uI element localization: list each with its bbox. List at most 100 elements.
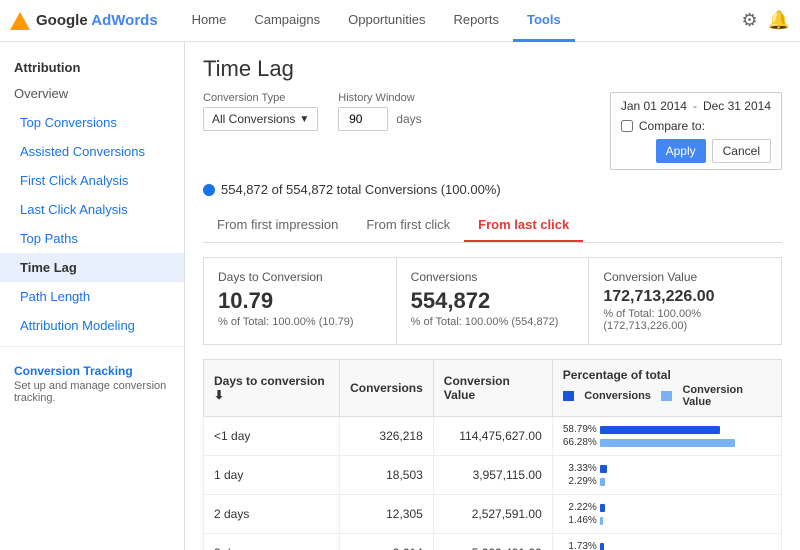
conversion-type-group: Conversion Type All Conversions ▼ bbox=[203, 92, 318, 131]
stat-val-label: Conversion Value bbox=[603, 270, 767, 284]
nav-tools[interactable]: Tools bbox=[513, 0, 575, 42]
cancel-button[interactable]: Cancel bbox=[712, 139, 771, 163]
summary-row: 554,872 of 554,872 total Conversions (10… bbox=[203, 182, 782, 197]
page-title: Time Lag bbox=[203, 56, 782, 82]
conversion-tracking-desc: Set up and manage conversion tracking. bbox=[14, 380, 170, 404]
nav-home[interactable]: Home bbox=[178, 0, 241, 42]
nav-links: Home Campaigns Opportunities Reports Too… bbox=[178, 0, 575, 42]
sidebar-item-attribution-modeling[interactable]: Attribution Modeling bbox=[0, 311, 184, 340]
th-days[interactable]: Days to conversion ⬇ bbox=[204, 360, 340, 417]
cell-pct: 58.79% 66.28% bbox=[552, 417, 781, 456]
sidebar-item-top-conversions[interactable]: Top Conversions bbox=[0, 108, 184, 137]
tab-from-first-click[interactable]: From first click bbox=[352, 209, 464, 242]
logo-icon bbox=[10, 12, 30, 30]
cell-day: 1 day bbox=[204, 456, 340, 495]
cell-day: 2 days bbox=[204, 495, 340, 534]
sidebar-item-time-lag[interactable]: Time Lag bbox=[0, 253, 184, 282]
cell-value: 5,200,401.00 bbox=[433, 534, 552, 550]
cell-pct: 2.22% 1.46% bbox=[552, 495, 781, 534]
conversion-type-label: Conversion Type bbox=[203, 92, 318, 104]
top-nav: Google AdWords Home Campaigns Opportunit… bbox=[0, 0, 800, 42]
controls-left: Conversion Type All Conversions ▼ Histor… bbox=[203, 92, 422, 131]
sidebar-item-last-click-analysis[interactable]: Last Click Analysis bbox=[0, 195, 184, 224]
apply-button[interactable]: Apply bbox=[656, 139, 706, 163]
tabs: From first impression From first click F… bbox=[203, 209, 782, 243]
cell-day: <1 day bbox=[204, 417, 340, 456]
history-window-input[interactable] bbox=[338, 107, 388, 131]
table-row: <1 day 326,218 114,475,627.00 58.79% 66.… bbox=[204, 417, 782, 456]
stat-card-value: Conversion Value 172,713,226.00 % of Tot… bbox=[588, 257, 782, 345]
date-buttons: Apply Cancel bbox=[621, 139, 771, 163]
compare-label: Compare to: bbox=[639, 119, 705, 133]
stat-val-pct: % of Total: 100.00% (172,713,226.00) bbox=[603, 308, 767, 332]
nav-opportunities[interactable]: Opportunities bbox=[334, 0, 439, 42]
conversion-type-select[interactable]: All Conversions ▼ bbox=[203, 107, 318, 131]
sidebar-item-assisted-conversions[interactable]: Assisted Conversions bbox=[0, 137, 184, 166]
main-content: Time Lag Conversion Type All Conversions… bbox=[185, 42, 800, 550]
summary-text: 554,872 of 554,872 total Conversions (10… bbox=[221, 182, 501, 197]
date-separator: - bbox=[693, 99, 697, 113]
stat-card-days: Days to Conversion 10.79 % of Total: 100… bbox=[203, 257, 396, 345]
cell-value: 2,527,591.00 bbox=[433, 495, 552, 534]
days-label: days bbox=[396, 112, 421, 126]
logo: Google AdWords bbox=[10, 12, 158, 30]
date-range-box: Jan 01 2014 - Dec 31 2014 Compare to: Ap… bbox=[610, 92, 782, 170]
history-row: days bbox=[338, 107, 421, 131]
bell-icon[interactable]: 🔔 bbox=[768, 10, 790, 31]
cell-pct: 3.33% 2.29% bbox=[552, 456, 781, 495]
legend-conv-label: Conversions bbox=[584, 390, 651, 402]
conversion-tracking-link[interactable]: Conversion Tracking bbox=[14, 364, 133, 378]
history-window-group: History Window days bbox=[338, 92, 421, 131]
cell-value: 114,475,627.00 bbox=[433, 417, 552, 456]
data-table: Days to conversion ⬇ Conversions Convers… bbox=[203, 359, 782, 550]
nav-right: ⚙ 🔔 bbox=[741, 10, 790, 31]
nav-campaigns[interactable]: Campaigns bbox=[240, 0, 334, 42]
stat-days-label: Days to Conversion bbox=[218, 270, 382, 284]
stat-card-conversions: Conversions 554,872 % of Total: 100.00% … bbox=[396, 257, 589, 345]
tab-from-last-click[interactable]: From last click bbox=[464, 209, 583, 242]
history-window-label: History Window bbox=[338, 92, 421, 104]
date-start[interactable]: Jan 01 2014 bbox=[621, 99, 687, 113]
sidebar: Attribution Overview Top Conversions Ass… bbox=[0, 42, 185, 550]
tab-from-first-impression[interactable]: From first impression bbox=[203, 209, 352, 242]
compare-checkbox[interactable] bbox=[621, 120, 633, 132]
chevron-down-icon: ▼ bbox=[299, 114, 309, 125]
cell-day: 3 days bbox=[204, 534, 340, 550]
gear-icon[interactable]: ⚙ bbox=[741, 10, 757, 31]
sidebar-item-top-paths[interactable]: Top Paths bbox=[0, 224, 184, 253]
stat-conv-value: 554,872 bbox=[411, 288, 575, 314]
th-conversions[interactable]: Conversions bbox=[340, 360, 434, 417]
sidebar-item-first-click-analysis[interactable]: First Click Analysis bbox=[0, 166, 184, 195]
legend-conv-icon bbox=[563, 391, 575, 401]
date-range-inner: Jan 01 2014 - Dec 31 2014 bbox=[621, 99, 771, 113]
sidebar-section-title: Attribution bbox=[0, 52, 184, 79]
stat-days-value: 10.79 bbox=[218, 288, 382, 314]
th-conv-value[interactable]: Conversion Value bbox=[433, 360, 552, 417]
stat-conv-label: Conversions bbox=[411, 270, 575, 284]
th-pct: Percentage of total Conversions Conversi… bbox=[552, 360, 781, 417]
sidebar-item-path-length[interactable]: Path Length bbox=[0, 282, 184, 311]
controls-row: Conversion Type All Conversions ▼ Histor… bbox=[203, 92, 782, 170]
cell-conversions: 12,305 bbox=[340, 495, 434, 534]
conversion-tracking-section: Conversion Tracking Set up and manage co… bbox=[0, 353, 184, 414]
nav-reports[interactable]: Reports bbox=[439, 0, 513, 42]
sidebar-divider bbox=[0, 346, 184, 347]
legend-val-icon bbox=[661, 391, 673, 401]
table-row: 3 days 9,614 5,200,401.00 1.73% 3.01% bbox=[204, 534, 782, 550]
sidebar-item-overview[interactable]: Overview bbox=[0, 79, 184, 108]
legend: Conversions Conversion Value bbox=[563, 384, 771, 408]
compare-row: Compare to: bbox=[621, 119, 771, 133]
stat-val-value: 172,713,226.00 bbox=[603, 288, 767, 306]
stats-cards: Days to Conversion 10.79 % of Total: 100… bbox=[203, 257, 782, 345]
summary-dot bbox=[203, 184, 215, 196]
th-pct-title: Percentage of total bbox=[563, 368, 771, 382]
legend-val-label: Conversion Value bbox=[682, 384, 771, 408]
table-row: 2 days 12,305 2,527,591.00 2.22% 1.46% bbox=[204, 495, 782, 534]
cell-pct: 1.73% 3.01% bbox=[552, 534, 781, 550]
table-row: 1 day 18,503 3,957,115.00 3.33% 2.29% bbox=[204, 456, 782, 495]
cell-value: 3,957,115.00 bbox=[433, 456, 552, 495]
stat-days-pct: % of Total: 100.00% (10.79) bbox=[218, 316, 382, 328]
cell-conversions: 18,503 bbox=[340, 456, 434, 495]
date-end[interactable]: Dec 31 2014 bbox=[703, 99, 771, 113]
main-layout: Attribution Overview Top Conversions Ass… bbox=[0, 42, 800, 550]
